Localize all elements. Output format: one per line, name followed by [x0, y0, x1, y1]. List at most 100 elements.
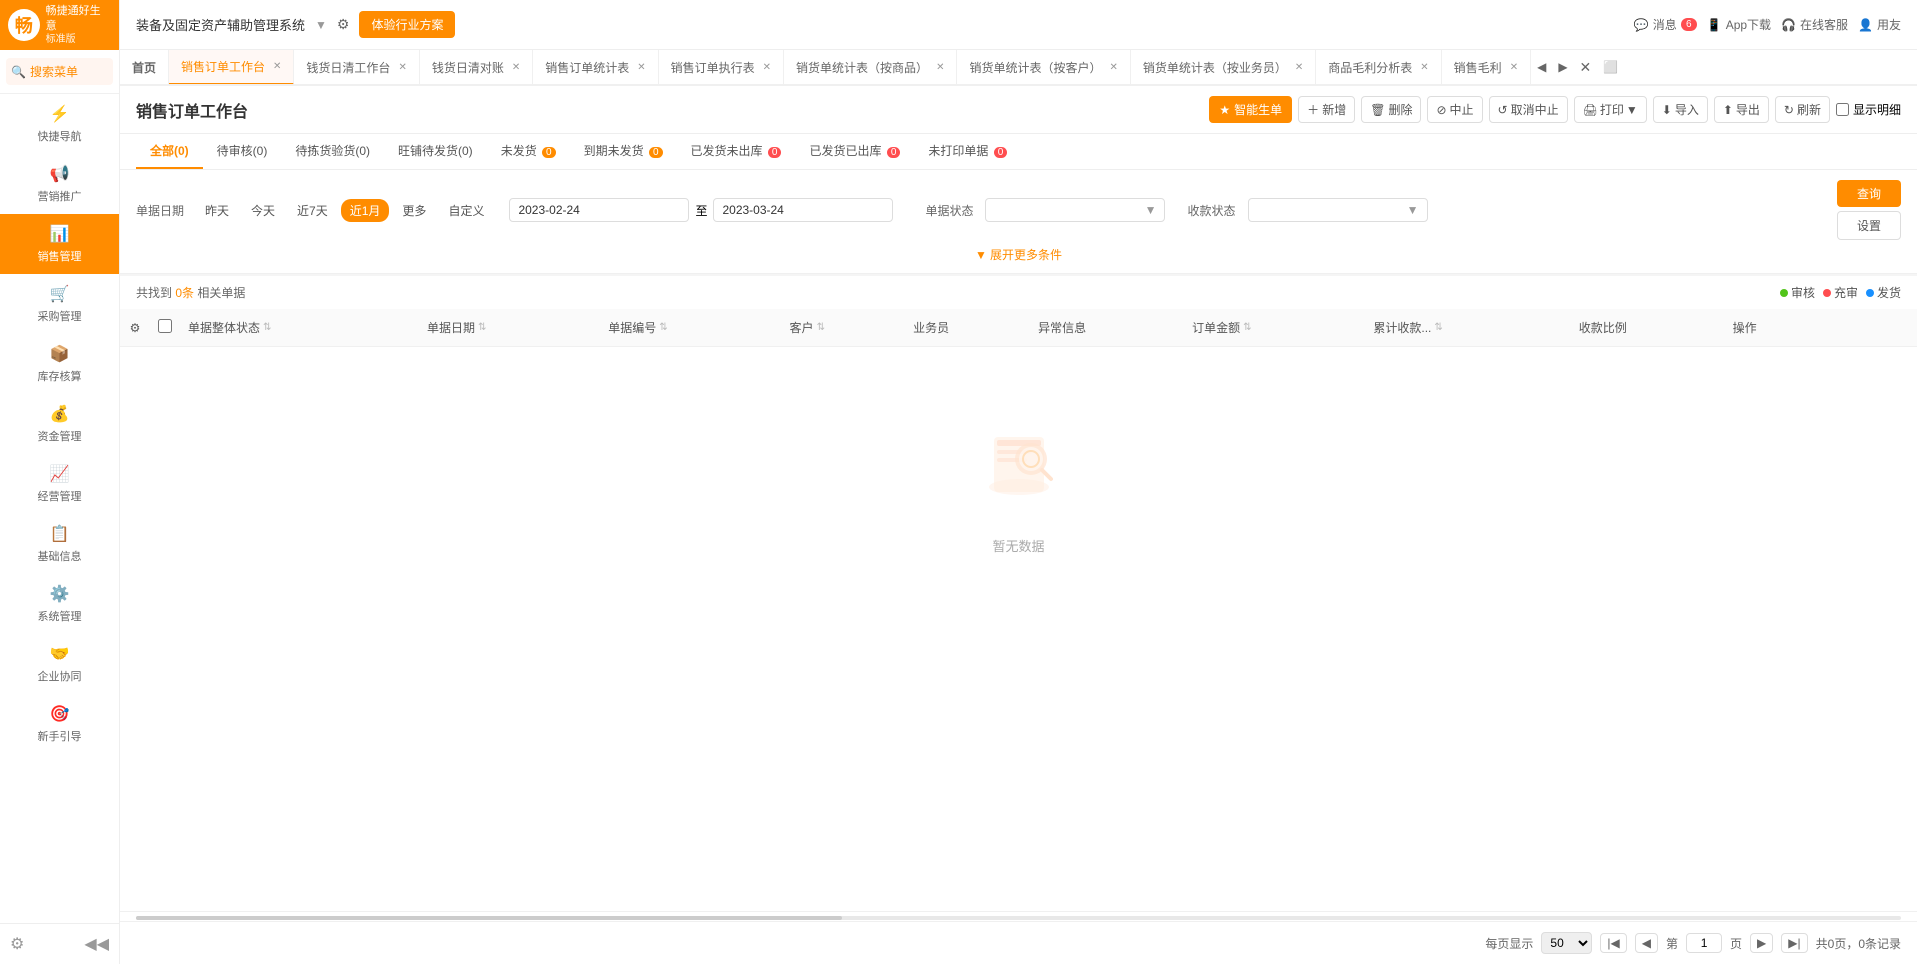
subtab-pending-review[interactable]: 待审核(0) [203, 134, 282, 169]
smart-create-button[interactable]: ★ 智能生单 [1209, 96, 1292, 123]
date-today-button[interactable]: 今天 [242, 199, 284, 222]
tab-home[interactable]: 首页 [120, 50, 169, 85]
sidebar-item-purchase[interactable]: 🛒 采购管理 [0, 274, 119, 334]
tab-sales-exec[interactable]: 销售订单执行表 ✕ [659, 50, 784, 85]
app-download-area[interactable]: 📱 App下载 [1707, 16, 1771, 33]
page-number-input[interactable] [1686, 933, 1722, 953]
expand-filter-button[interactable]: ▼ 展开更多条件 [975, 246, 1062, 263]
tab-cash-daily[interactable]: 钱货日清工作台 ✕ [294, 50, 419, 85]
tab-sales-exec-close[interactable]: ✕ [763, 62, 771, 73]
ship-button[interactable]: 发货 [1866, 284, 1901, 301]
page-size-select[interactable]: 10 20 50 100 [1541, 932, 1592, 954]
tab-close-all-button[interactable]: ✕ [1574, 50, 1598, 85]
import-button[interactable]: ⬇ 导入 [1653, 96, 1708, 123]
col-amount-sort[interactable]: 订单金额 ⇅ [1192, 319, 1357, 336]
online-service-area[interactable]: 🎧 在线客服 [1781, 16, 1848, 33]
tab-maximize-button[interactable]: ⬜ [1597, 50, 1624, 85]
refresh-button[interactable]: ↻ 刷新 [1775, 96, 1830, 123]
tab-gross-profit-close[interactable]: ✕ [1420, 62, 1428, 73]
tab-sales-stat-close[interactable]: ✕ [637, 62, 645, 73]
select-all-checkbox[interactable] [158, 319, 172, 333]
stop-button[interactable]: ⊘ 中止 [1427, 96, 1482, 123]
page-prev-button[interactable]: ◀ [1635, 933, 1658, 953]
tab-gross-profit[interactable]: 商品毛利分析表 ✕ [1316, 50, 1441, 85]
sidebar-item-guide[interactable]: 🎯 新手引导 [0, 694, 119, 754]
sidebar-item-enterprise[interactable]: 🤝 企业协同 [0, 634, 119, 694]
subtab-shipped-not-out[interactable]: 已发货未出库 0 [677, 134, 796, 169]
col-date-sort[interactable]: 单据日期 ⇅ [427, 319, 592, 336]
user-area[interactable]: 👤 用友 [1858, 16, 1901, 33]
subtab-pending-inspect[interactable]: 待拣货验货(0) [281, 134, 384, 169]
date-more-button[interactable]: 更多 [393, 199, 435, 222]
industry-solution-button[interactable]: 体验行业方案 [359, 11, 455, 38]
col-collected-sort[interactable]: 累计收款... ⇅ [1373, 319, 1562, 336]
subtab-wangpu-pending[interactable]: 旺铺待发货(0) [384, 134, 487, 169]
data-table-container: ⚙ 单据整体状态 ⇅ 单据日 [120, 309, 1917, 911]
collapse-icon[interactable]: ◀◀ [84, 934, 109, 954]
tab-sales-by-product-close[interactable]: ✕ [936, 62, 944, 73]
col-customer-sort[interactable]: 客户 ⇅ [790, 319, 898, 336]
col-number-sort[interactable]: 单据编号 ⇅ [608, 319, 773, 336]
page-first-button[interactable]: |◀ [1600, 933, 1626, 953]
tab-sales-gross[interactable]: 销售毛利 ✕ [1442, 50, 1531, 85]
cancel-audit-button[interactable]: 充审 [1823, 284, 1858, 301]
subtab-overdue-not-shipped[interactable]: 到期未发货 0 [570, 134, 677, 169]
sidebar-item-operations[interactable]: 📈 经营管理 [0, 454, 119, 514]
settings-icon[interactable]: ⚙ [10, 934, 24, 954]
query-button[interactable]: 查询 [1837, 180, 1901, 207]
subtab-not-printed[interactable]: 未打印单据 0 [914, 134, 1021, 169]
cancel-stop-button[interactable]: ↺ 取消中止 [1489, 96, 1568, 123]
show-detail-label[interactable]: 显示明细 [1836, 101, 1901, 118]
col-status-sort[interactable]: 单据整体状态 ⇅ [188, 319, 411, 336]
subtab-not-shipped[interactable]: 未发货 0 [487, 134, 570, 169]
tab-sales-stat[interactable]: 销售订单统计表 ✕ [533, 50, 658, 85]
payment-status-filter-select[interactable]: ▼ [1248, 198, 1428, 222]
tab-nav-prev-button[interactable]: ◀ [1531, 50, 1552, 85]
add-button[interactable]: ＋ 新增 [1298, 96, 1355, 123]
print-button[interactable]: 🖨 打印 ▼ [1574, 96, 1647, 123]
sidebar-item-basic-info[interactable]: 📋 基础信息 [0, 514, 119, 574]
sidebar-item-sales[interactable]: 📊 销售管理 [0, 214, 119, 274]
sidebar-item-system[interactable]: ⚙️ 系统管理 [0, 574, 119, 634]
sidebar-item-marketing[interactable]: 📢 营销推广 [0, 154, 119, 214]
show-detail-checkbox[interactable] [1836, 103, 1849, 116]
date-from-input[interactable] [509, 198, 689, 222]
col-settings-icon[interactable]: ⚙ [130, 321, 141, 335]
tab-sales-gross-close[interactable]: ✕ [1510, 62, 1518, 73]
sidebar-search-area[interactable]: 🔍 搜索菜单 [0, 50, 119, 94]
tab-sales-workbench[interactable]: 销售订单工作台 ✕ [169, 50, 294, 85]
page-last-button[interactable]: ▶| [1781, 933, 1807, 953]
tab-cash-reconcile-close[interactable]: ✕ [512, 62, 520, 73]
setting-button[interactable]: 设置 [1837, 211, 1901, 240]
export-button[interactable]: ⬆ 导出 [1714, 96, 1769, 123]
date-1month-button[interactable]: 近1月 [341, 199, 390, 222]
tab-sales-by-customer-close[interactable]: ✕ [1109, 62, 1117, 73]
search-menu-button[interactable]: 🔍 搜索菜单 [6, 58, 113, 85]
page-next-button[interactable]: ▶ [1750, 933, 1773, 953]
horizontal-scrollbar[interactable] [120, 911, 1917, 921]
date-custom-button[interactable]: 自定义 [439, 199, 493, 222]
tab-sales-by-customer[interactable]: 销货单统计表（按客户） ✕ [957, 50, 1130, 85]
delete-button[interactable]: 🗑 删除 [1361, 96, 1421, 123]
date-7days-button[interactable]: 近7天 [288, 199, 337, 222]
sidebar-item-inventory[interactable]: 📦 库存核算 [0, 334, 119, 394]
tab-sales-by-staff-close[interactable]: ✕ [1295, 62, 1303, 73]
tab-nav-next-button[interactable]: ▶ [1552, 50, 1573, 85]
tab-cash-daily-close[interactable]: ✕ [398, 62, 406, 73]
message-area[interactable]: 💬 消息 6 [1634, 16, 1697, 33]
audit-button[interactable]: 审核 [1780, 284, 1815, 301]
tab-sales-by-product[interactable]: 销货单统计表（按商品） ✕ [784, 50, 957, 85]
topbar-dropdown-icon[interactable]: ▼ [315, 18, 327, 32]
scrollbar-thumb[interactable] [136, 916, 842, 920]
subtab-shipped-out[interactable]: 已发货已出库 0 [795, 134, 914, 169]
tab-cash-reconcile[interactable]: 钱货日清对账 ✕ [420, 50, 533, 85]
topbar-gear-icon[interactable]: ⚙ [337, 16, 350, 33]
date-to-input[interactable] [713, 198, 893, 222]
sidebar-item-finance[interactable]: 💰 资金管理 [0, 394, 119, 454]
subtab-all[interactable]: 全部(0) [136, 134, 203, 169]
date-yesterday-button[interactable]: 昨天 [196, 199, 238, 222]
status-filter-select[interactable]: ▼ [985, 198, 1165, 222]
tab-sales-workbench-close[interactable]: ✕ [273, 61, 281, 72]
tab-sales-by-staff[interactable]: 销货单统计表（按业务员） ✕ [1131, 50, 1316, 85]
sidebar-item-quick-nav[interactable]: ⚡ 快捷导航 [0, 94, 119, 154]
